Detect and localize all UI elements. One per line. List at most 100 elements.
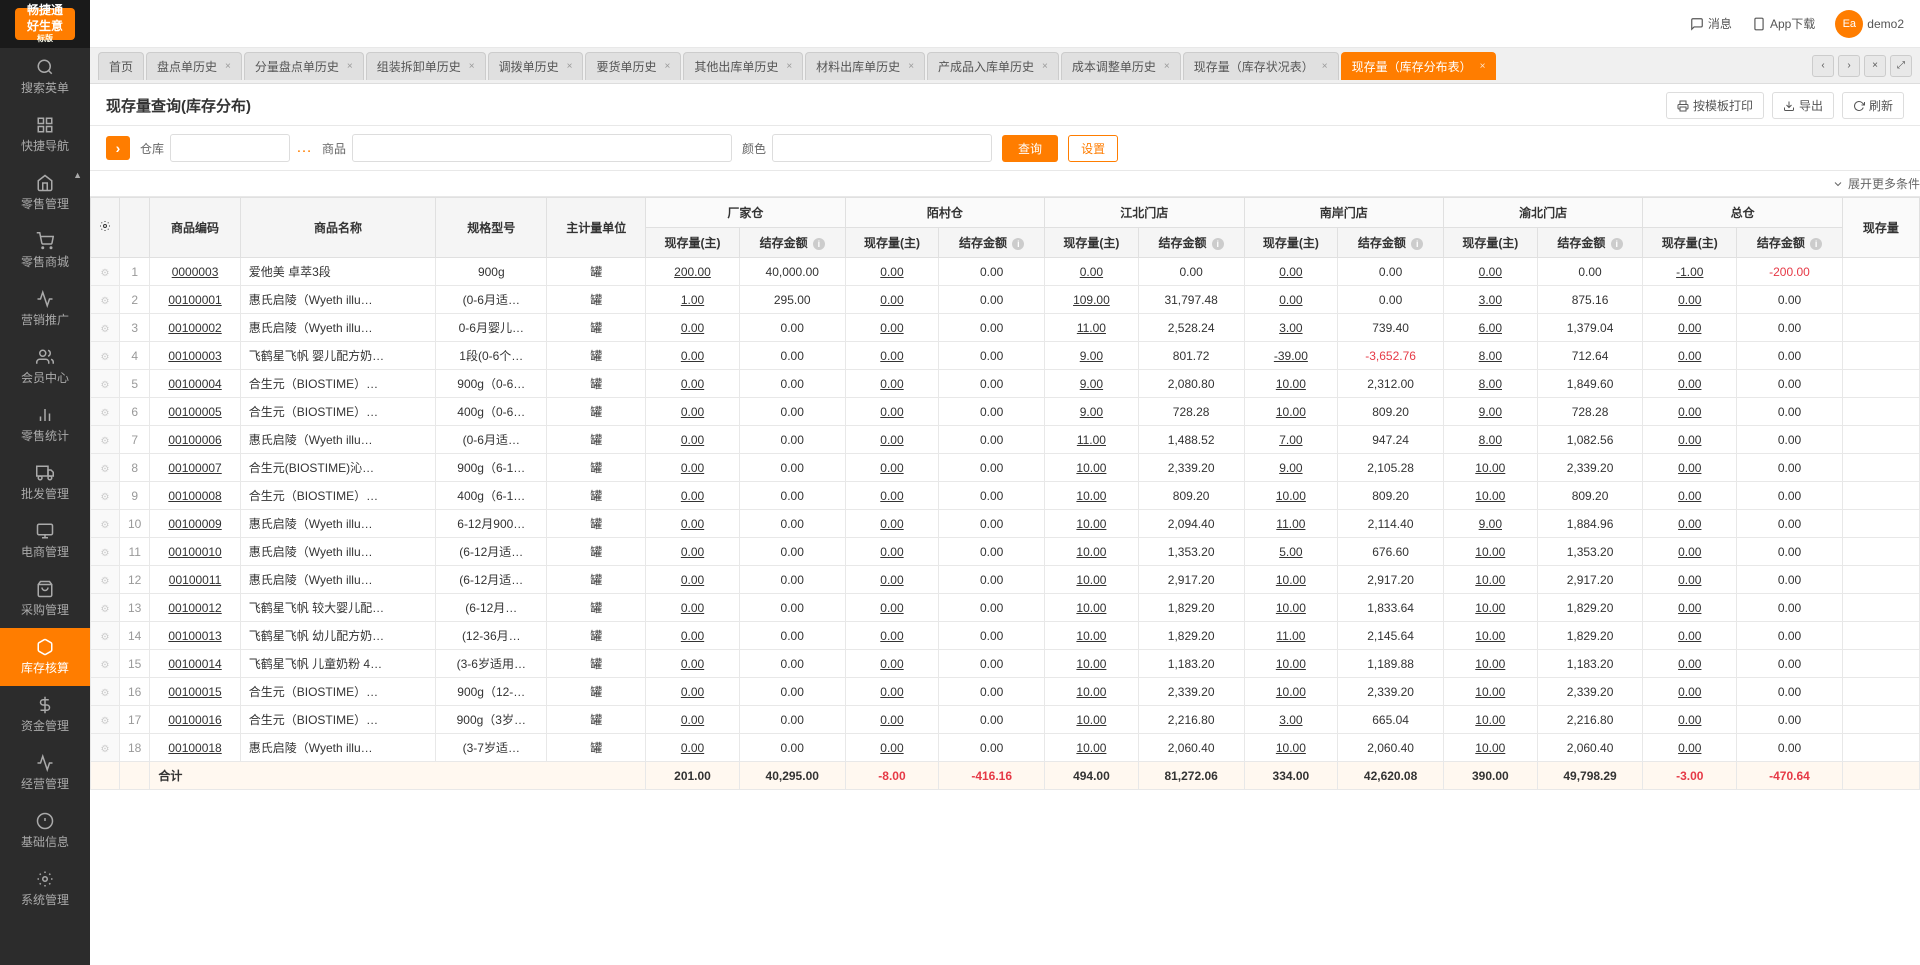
row-mucun-qty[interactable]: 0.00: [845, 566, 939, 594]
sidebar-item-wholesale[interactable]: 批发管理: [0, 454, 90, 512]
row-yubei-qty[interactable]: 8.00: [1443, 370, 1537, 398]
tab-close-icon[interactable]: ×: [664, 61, 670, 72]
row-yubei-qty[interactable]: 8.00: [1443, 342, 1537, 370]
row-total-qty[interactable]: 0.00: [1643, 370, 1737, 398]
row-nanan-qty[interactable]: 5.00: [1244, 538, 1338, 566]
tab-home[interactable]: 首页: [98, 52, 144, 80]
row-code[interactable]: 00100016: [150, 706, 240, 734]
tab-close-icon[interactable]: ×: [225, 61, 231, 72]
row-yubei-qty[interactable]: 0.00: [1443, 258, 1537, 286]
row-nanan-qty[interactable]: 10.00: [1244, 370, 1338, 398]
row-code[interactable]: 00100002: [150, 314, 240, 342]
row-gear[interactable]: ⚙: [91, 258, 120, 286]
row-factory-qty[interactable]: 0.00: [646, 622, 740, 650]
row-total-qty[interactable]: 0.00: [1643, 314, 1737, 342]
row-yubei-qty[interactable]: 10.00: [1443, 650, 1537, 678]
sidebar-item-finance[interactable]: 资金管理: [0, 686, 90, 744]
row-nanan-qty[interactable]: 10.00: [1244, 650, 1338, 678]
row-gear[interactable]: ⚙: [91, 622, 120, 650]
row-code[interactable]: 00100009: [150, 510, 240, 538]
row-mucun-qty[interactable]: 0.00: [845, 538, 939, 566]
row-code[interactable]: 00100006: [150, 426, 240, 454]
row-total-qty[interactable]: 0.00: [1643, 594, 1737, 622]
sidebar-item-shop[interactable]: 零售商城: [0, 222, 90, 280]
row-code[interactable]: 00100003: [150, 342, 240, 370]
tab-transfer[interactable]: 调拨单历史 ×: [488, 52, 584, 80]
row-jiangbei-qty[interactable]: 9.00: [1045, 342, 1139, 370]
row-nanan-qty[interactable]: 11.00: [1244, 510, 1338, 538]
row-total-qty[interactable]: 0.00: [1643, 342, 1737, 370]
sidebar-item-member[interactable]: 会员中心: [0, 338, 90, 396]
row-nanan-qty[interactable]: 3.00: [1244, 314, 1338, 342]
row-mucun-qty[interactable]: 0.00: [845, 594, 939, 622]
row-yubei-qty[interactable]: 10.00: [1443, 566, 1537, 594]
row-factory-qty[interactable]: 0.00: [646, 566, 740, 594]
tab-inventory-dist[interactable]: 现存量（库存分布表） ×: [1341, 52, 1497, 80]
settings-btn[interactable]: 设置: [1068, 135, 1118, 162]
row-mucun-qty[interactable]: 0.00: [845, 510, 939, 538]
sidebar-item-ecommerce[interactable]: 电商管理: [0, 512, 90, 570]
tab-close-all-btn[interactable]: ×: [1864, 55, 1886, 77]
row-mucun-qty[interactable]: 0.00: [845, 370, 939, 398]
sidebar-item-search[interactable]: 搜索英单: [0, 48, 90, 106]
row-factory-qty[interactable]: 0.00: [646, 454, 740, 482]
row-factory-qty[interactable]: 0.00: [646, 678, 740, 706]
tab-assembly[interactable]: 组装拆卸单历史 ×: [366, 52, 486, 80]
print-btn[interactable]: 按模板打印: [1666, 92, 1764, 119]
tab-close-icon[interactable]: ×: [567, 61, 573, 72]
row-total-qty[interactable]: 0.00: [1643, 678, 1737, 706]
row-total-qty[interactable]: 0.00: [1643, 510, 1737, 538]
row-code[interactable]: 00100005: [150, 398, 240, 426]
row-total-qty[interactable]: 0.00: [1643, 482, 1737, 510]
row-yubei-qty[interactable]: 10.00: [1443, 622, 1537, 650]
row-code[interactable]: 00100018: [150, 734, 240, 762]
row-code[interactable]: 00100001: [150, 286, 240, 314]
row-jiangbei-qty[interactable]: 10.00: [1045, 678, 1139, 706]
row-jiangbei-qty[interactable]: 10.00: [1045, 622, 1139, 650]
tab-sub-inventory[interactable]: 分量盘点单历史 ×: [244, 52, 364, 80]
row-yubei-qty[interactable]: 9.00: [1443, 398, 1537, 426]
row-gear[interactable]: ⚙: [91, 510, 120, 538]
row-nanan-qty[interactable]: 3.00: [1244, 706, 1338, 734]
row-factory-qty[interactable]: 0.00: [646, 426, 740, 454]
export-btn[interactable]: 导出: [1772, 92, 1834, 119]
row-total-qty[interactable]: 0.00: [1643, 454, 1737, 482]
row-gear[interactable]: ⚙: [91, 678, 120, 706]
row-code[interactable]: 00100010: [150, 538, 240, 566]
row-gear[interactable]: ⚙: [91, 538, 120, 566]
row-nanan-qty[interactable]: 10.00: [1244, 566, 1338, 594]
row-nanan-qty[interactable]: 10.00: [1244, 482, 1338, 510]
row-mucun-qty[interactable]: 0.00: [845, 706, 939, 734]
query-btn[interactable]: 查询: [1002, 135, 1058, 162]
warehouse-more-btn[interactable]: …: [296, 140, 312, 156]
row-total-qty[interactable]: -1.00: [1643, 258, 1737, 286]
row-yubei-qty[interactable]: 10.00: [1443, 454, 1537, 482]
row-factory-qty[interactable]: 0.00: [646, 398, 740, 426]
product-input[interactable]: babycare孕妇待产包 春季入院全套母子组合孕妇产后冬季月子用品 22件套 …: [352, 134, 732, 162]
tab-close-icon[interactable]: ×: [1164, 61, 1170, 72]
row-jiangbei-qty[interactable]: 9.00: [1045, 370, 1139, 398]
total-amt-info[interactable]: i: [1810, 238, 1822, 250]
user-profile-btn[interactable]: Ea demo2: [1835, 10, 1904, 38]
row-gear[interactable]: ⚙: [91, 734, 120, 762]
row-gear[interactable]: ⚙: [91, 650, 120, 678]
row-jiangbei-qty[interactable]: 9.00: [1045, 398, 1139, 426]
row-jiangbei-qty[interactable]: 10.00: [1045, 566, 1139, 594]
row-yubei-qty[interactable]: 6.00: [1443, 314, 1537, 342]
row-yubei-qty[interactable]: 9.00: [1443, 510, 1537, 538]
row-mucun-qty[interactable]: 0.00: [845, 258, 939, 286]
row-mucun-qty[interactable]: 0.00: [845, 398, 939, 426]
row-jiangbei-qty[interactable]: 10.00: [1045, 706, 1139, 734]
row-mucun-qty[interactable]: 0.00: [845, 678, 939, 706]
row-nanan-qty[interactable]: 9.00: [1244, 454, 1338, 482]
col-gear[interactable]: [91, 198, 120, 258]
row-factory-qty[interactable]: 0.00: [646, 734, 740, 762]
row-nanan-qty[interactable]: 7.00: [1244, 426, 1338, 454]
row-mucun-qty[interactable]: 0.00: [845, 734, 939, 762]
row-mucun-qty[interactable]: 0.00: [845, 342, 939, 370]
row-gear[interactable]: ⚙: [91, 454, 120, 482]
refresh-btn[interactable]: 刷新: [1842, 92, 1904, 119]
row-code[interactable]: 00100007: [150, 454, 240, 482]
row-total-qty[interactable]: 0.00: [1643, 426, 1737, 454]
row-nanan-qty[interactable]: 11.00: [1244, 622, 1338, 650]
